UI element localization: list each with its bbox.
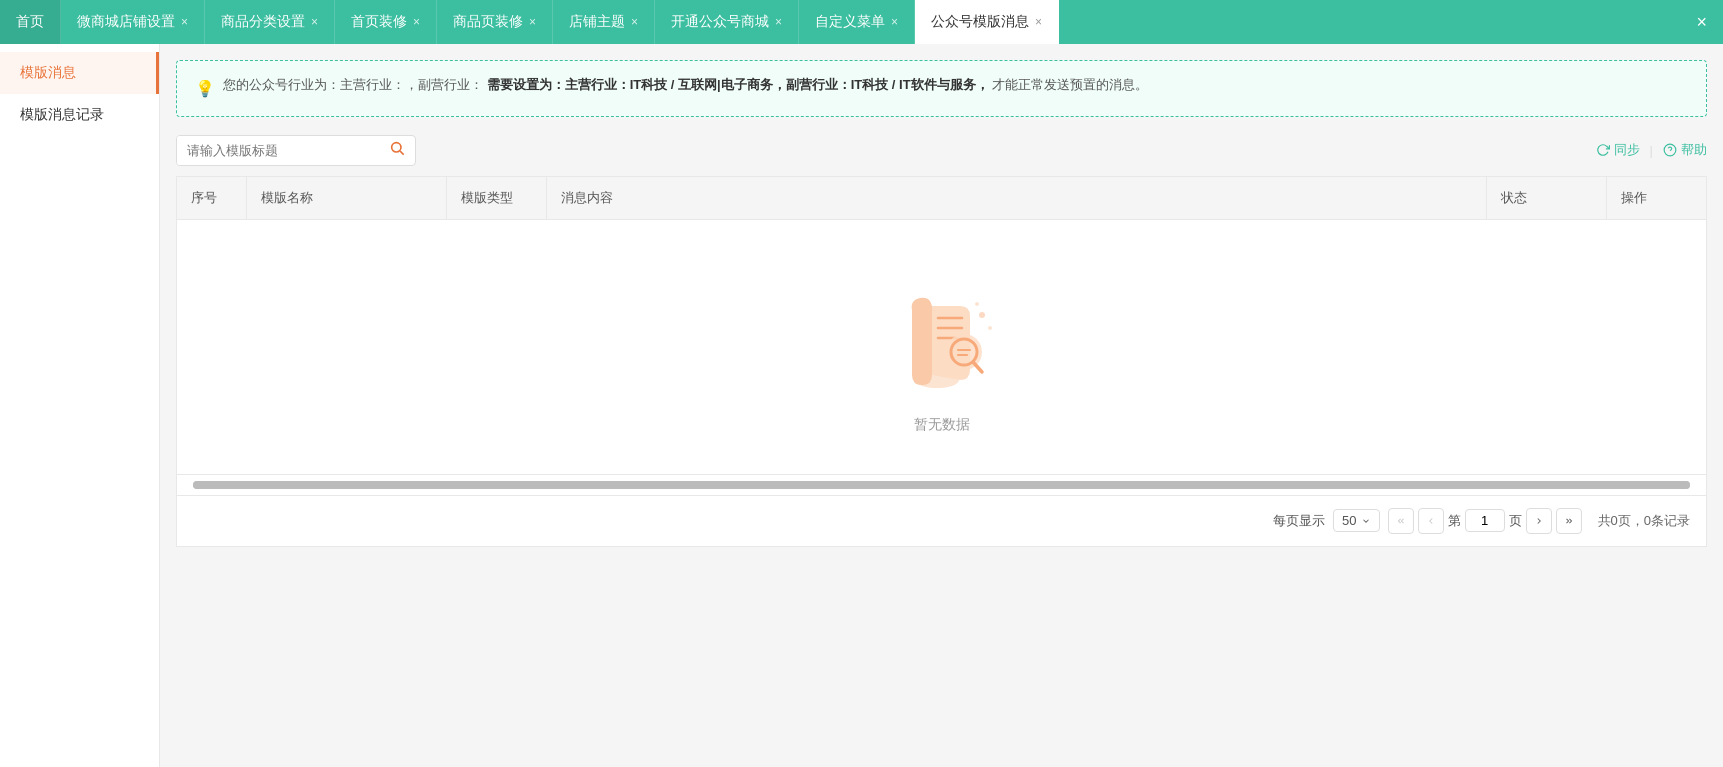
empty-illustration <box>882 280 1002 400</box>
svg-point-14 <box>988 326 992 330</box>
toolbar-right: 同步 | 帮助 <box>1596 141 1707 159</box>
close-shop-settings-icon[interactable]: × <box>181 15 188 29</box>
nav-tab-open-mall[interactable]: 开通公众号商城 × <box>655 0 799 44</box>
chevron-down-icon <box>1361 516 1371 526</box>
svg-point-0 <box>392 143 401 152</box>
per-page-value: 50 <box>1342 513 1356 528</box>
nav-tab-custom-menu-label: 自定义菜单 <box>815 13 885 31</box>
empty-text: 暂无数据 <box>914 416 970 434</box>
search-button[interactable] <box>379 140 415 160</box>
nav-tab-product-decor-label: 商品页装修 <box>453 13 523 31</box>
prev-page-button[interactable] <box>1418 508 1444 534</box>
page-nav: 第 页 <box>1388 508 1582 534</box>
col-type: 模版类型 <box>447 176 547 219</box>
horizontal-scrollbar-area <box>176 475 1707 496</box>
page-total: 共0页，0条记录 <box>1598 512 1690 530</box>
nav-tab-home[interactable]: 首页 <box>0 0 61 44</box>
nav-tab-homepage-decor-label: 首页装修 <box>351 13 407 31</box>
empty-state: 暂无数据 <box>177 220 1706 474</box>
notice-text: 您的公众号行业为：主营行业：，副营行业： 需要设置为：主营行业：IT科技 / 互… <box>223 75 1148 96</box>
nav-tab-custom-menu[interactable]: 自定义菜单 × <box>799 0 915 44</box>
close-homepage-decor-icon[interactable]: × <box>413 15 420 29</box>
notice-icon: 💡 <box>195 76 215 102</box>
nav-tab-shop-theme-label: 店铺主题 <box>569 13 625 31</box>
nav-tab-shop-theme[interactable]: 店铺主题 × <box>553 0 655 44</box>
svg-point-13 <box>979 312 985 318</box>
notice-box: 💡 您的公众号行业为：主营行业：，副营行业： 需要设置为：主营行业：IT科技 /… <box>176 60 1707 117</box>
nav-tab-template-msg-label: 公众号模版消息 <box>931 13 1029 31</box>
col-name: 模版名称 <box>247 176 447 219</box>
sidebar: 模版消息 模版消息记录 <box>0 44 160 767</box>
page-label: 第 <box>1448 512 1461 530</box>
col-seq: 序号 <box>177 176 247 219</box>
close-product-decor-icon[interactable]: × <box>529 15 536 29</box>
nav-tab-home-label: 首页 <box>16 13 44 31</box>
data-table: 序号 模版名称 模版类型 消息内容 状态 操作 <box>176 176 1707 475</box>
notice-highlight-text: 需要设置为：主营行业：IT科技 / 互联网|电子商务，副营行业：IT科技 / I… <box>487 77 989 92</box>
nav-tab-shop-settings[interactable]: 微商城店铺设置 × <box>61 0 205 44</box>
help-button[interactable]: 帮助 <box>1663 141 1707 159</box>
col-status: 状态 <box>1487 176 1607 219</box>
nav-tab-template-msg[interactable]: 公众号模版消息 × <box>915 0 1059 44</box>
sync-button[interactable]: 同步 <box>1596 141 1640 159</box>
close-category-settings-icon[interactable]: × <box>311 15 318 29</box>
horizontal-scrollbar[interactable] <box>193 481 1690 489</box>
close-open-mall-icon[interactable]: × <box>775 15 782 29</box>
nav-tab-category-settings-label: 商品分类设置 <box>221 13 305 31</box>
close-template-msg-icon[interactable]: × <box>1035 15 1042 29</box>
nav-tab-product-decor[interactable]: 商品页装修 × <box>437 0 553 44</box>
close-custom-menu-icon[interactable]: × <box>891 15 898 29</box>
nav-tab-open-mall-label: 开通公众号商城 <box>671 13 769 31</box>
toolbar-divider: | <box>1650 143 1653 158</box>
content-area: 💡 您的公众号行业为：主营行业：，副营行业： 需要设置为：主营行业：IT科技 /… <box>160 44 1723 767</box>
pagination: 每页显示 50 第 <box>176 496 1707 547</box>
main-layout: 模版消息 模版消息记录 💡 您的公众号行业为：主营行业：，副营行业： 需要设置为… <box>0 44 1723 767</box>
table-header-row: 序号 模版名称 模版类型 消息内容 状态 操作 <box>177 176 1707 219</box>
table-wrapper: 序号 模版名称 模版类型 消息内容 状态 操作 <box>176 176 1707 547</box>
next-page-button[interactable] <box>1526 508 1552 534</box>
close-shop-theme-icon[interactable]: × <box>631 15 638 29</box>
first-page-button[interactable] <box>1388 508 1414 534</box>
last-page-button[interactable] <box>1556 508 1582 534</box>
sidebar-item-template-msg-record[interactable]: 模版消息记录 <box>0 94 159 136</box>
col-content: 消息内容 <box>547 176 1487 219</box>
page-input[interactable] <box>1465 509 1505 532</box>
per-page-label: 每页显示 <box>1273 512 1325 530</box>
page-unit: 页 <box>1509 512 1522 530</box>
search-box <box>176 135 416 166</box>
scrollbar-thumb[interactable] <box>193 481 1690 489</box>
sidebar-item-template-msg[interactable]: 模版消息 <box>0 52 159 94</box>
nav-tab-category-settings[interactable]: 商品分类设置 × <box>205 0 335 44</box>
per-page-select[interactable]: 50 <box>1333 509 1379 532</box>
close-all-button[interactable]: × <box>1680 0 1723 44</box>
col-action: 操作 <box>1607 176 1707 219</box>
svg-line-1 <box>400 151 404 155</box>
top-nav: 首页 微商城店铺设置 × 商品分类设置 × 首页装修 × 商品页装修 × 店铺主… <box>0 0 1723 44</box>
nav-tab-shop-settings-label: 微商城店铺设置 <box>77 13 175 31</box>
svg-point-15 <box>975 302 979 306</box>
nav-tab-homepage-decor[interactable]: 首页装修 × <box>335 0 437 44</box>
search-input[interactable] <box>177 136 379 165</box>
empty-state-row: 暂无数据 <box>177 219 1707 474</box>
toolbar: 同步 | 帮助 <box>176 135 1707 166</box>
